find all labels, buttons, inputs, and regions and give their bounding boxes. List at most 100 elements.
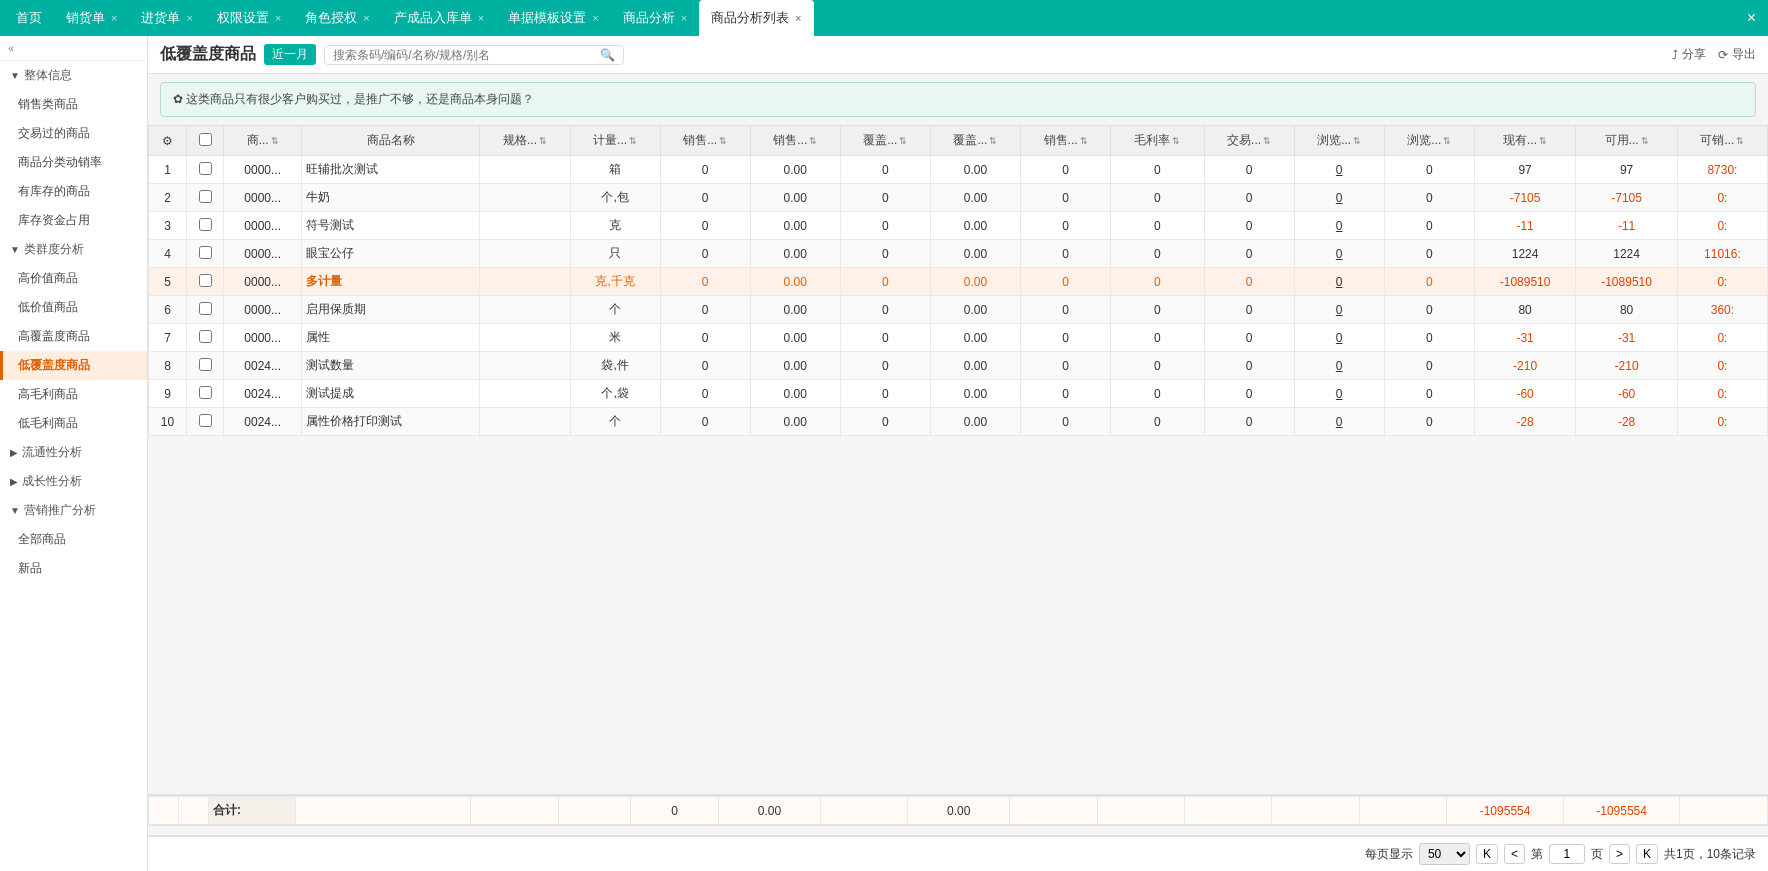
sidebar-item-sales-goods[interactable]: 销售类商品: [0, 90, 147, 119]
tab-product-entry[interactable]: 产成品入库单 ×: [382, 0, 496, 36]
close-tab-role-auth[interactable]: ×: [363, 12, 369, 24]
browse1-link[interactable]: 0: [1336, 387, 1343, 401]
page-number-input[interactable]: [1549, 844, 1585, 864]
close-tab-template-settings[interactable]: ×: [592, 12, 598, 24]
per-page-select[interactable]: 20 50 100 200: [1419, 843, 1470, 865]
browse1-link[interactable]: 0: [1336, 303, 1343, 317]
row-browse1[interactable]: 0: [1294, 324, 1384, 352]
settings-icon[interactable]: ⚙: [162, 134, 173, 148]
search-icon[interactable]: 🔍: [600, 48, 615, 62]
row-checkbox[interactable]: [186, 380, 223, 408]
row-browse1[interactable]: 0: [1294, 296, 1384, 324]
sidebar-item-in-stock-goods[interactable]: 有库存的商品: [0, 177, 147, 206]
browse1-link[interactable]: 0: [1336, 275, 1343, 289]
browse1-link[interactable]: 0: [1336, 247, 1343, 261]
sidebar-group-overall[interactable]: ▼ 整体信息: [0, 61, 147, 90]
row-checkbox[interactable]: [186, 268, 223, 296]
share-button[interactable]: ⤴ 分享: [1672, 46, 1706, 63]
close-tab-purchase-order[interactable]: ×: [186, 12, 192, 24]
sidebar-item-low-value[interactable]: 低价值商品: [0, 293, 147, 322]
row-browse1[interactable]: 0: [1294, 240, 1384, 268]
prev-page-btn[interactable]: <: [1504, 844, 1525, 864]
browse1-link[interactable]: 0: [1336, 331, 1343, 345]
col-available[interactable]: 可用...⇅: [1576, 126, 1677, 156]
sidebar-collapse-btn[interactable]: «: [8, 42, 14, 54]
row-checkbox[interactable]: [186, 352, 223, 380]
browse1-link[interactable]: 0: [1336, 359, 1343, 373]
col-sales-amt[interactable]: 销售...⇅: [750, 126, 840, 156]
row-browse1[interactable]: 0: [1294, 268, 1384, 296]
col-sales-qty[interactable]: 销售...⇅: [660, 126, 750, 156]
close-tab-product-entry[interactable]: ×: [478, 12, 484, 24]
tab-goods-analysis[interactable]: 商品分析 ×: [611, 0, 699, 36]
tab-purchase-order[interactable]: 进货单 ×: [129, 0, 204, 36]
sidebar-item-high-value[interactable]: 高价值商品: [0, 264, 147, 293]
next-page-btn[interactable]: >: [1609, 844, 1630, 864]
sidebar-item-high-coverage[interactable]: 高覆盖度商品: [0, 322, 147, 351]
col-sales3[interactable]: 销售...⇅: [1021, 126, 1111, 156]
col-browse1[interactable]: 浏览...⇅: [1294, 126, 1384, 156]
sidebar-group-cluster[interactable]: ▼ 类群度分析: [0, 235, 147, 264]
col-browse2[interactable]: 浏览...⇅: [1384, 126, 1474, 156]
close-tab-goods-analysis-list[interactable]: ×: [795, 12, 801, 24]
sidebar-item-low-coverage[interactable]: 低覆盖度商品: [0, 351, 147, 380]
col-saleable[interactable]: 可销...⇅: [1677, 126, 1767, 156]
sidebar-item-new-goods[interactable]: 新品: [0, 554, 147, 583]
select-all-checkbox[interactable]: [199, 133, 212, 146]
col-coverage1[interactable]: 覆盖...⇅: [840, 126, 930, 156]
sidebar-item-stock-fund[interactable]: 库存资金占用: [0, 206, 147, 235]
col-spec[interactable]: 规格...⇅: [480, 126, 570, 156]
tab-goods-analysis-list[interactable]: 商品分析列表 ×: [699, 0, 813, 36]
sidebar-item-traded-goods[interactable]: 交易过的商品: [0, 119, 147, 148]
col-settings[interactable]: ⚙: [149, 126, 187, 156]
row-checkbox[interactable]: [186, 296, 223, 324]
row-checkbox[interactable]: [186, 184, 223, 212]
export-button[interactable]: ⟳ 导出: [1718, 46, 1756, 63]
tab-sales-order[interactable]: 销货单 ×: [54, 0, 129, 36]
browse1-link[interactable]: 0: [1336, 415, 1343, 429]
sidebar-group-marketing[interactable]: ▼ 营销推广分析: [0, 496, 147, 525]
first-page-btn[interactable]: K: [1476, 844, 1498, 864]
table-container[interactable]: ⚙ 商...⇅ 商品名称 规格...⇅ 计量...⇅ 销售...⇅ 销售...⇅…: [148, 125, 1768, 794]
close-tab-permission[interactable]: ×: [275, 12, 281, 24]
browse1-link[interactable]: 0: [1336, 163, 1343, 177]
row-checkbox[interactable]: [186, 324, 223, 352]
col-coverage2[interactable]: 覆盖...⇅: [930, 126, 1020, 156]
col-gross-margin[interactable]: 毛利率⇅: [1111, 126, 1204, 156]
row-browse1[interactable]: 0: [1294, 380, 1384, 408]
h-scrollbar[interactable]: [148, 826, 1768, 836]
col-code[interactable]: 商...⇅: [224, 126, 302, 156]
col-checkbox[interactable]: [186, 126, 223, 156]
tab-home[interactable]: 首页: [4, 0, 54, 36]
period-button[interactable]: 近一月: [264, 44, 316, 65]
browse1-link[interactable]: 0: [1336, 219, 1343, 233]
col-current[interactable]: 现有...⇅: [1474, 126, 1575, 156]
row-checkbox[interactable]: [186, 240, 223, 268]
sidebar-item-high-margin[interactable]: 高毛利商品: [0, 380, 147, 409]
last-page-btn[interactable]: K: [1636, 844, 1658, 864]
row-browse1[interactable]: 0: [1294, 352, 1384, 380]
row-browse1[interactable]: 0: [1294, 156, 1384, 184]
row-browse1[interactable]: 0: [1294, 184, 1384, 212]
row-browse1[interactable]: 0: [1294, 408, 1384, 436]
tab-permission[interactable]: 权限设置 ×: [205, 0, 293, 36]
tab-template-settings[interactable]: 单据模板设置 ×: [496, 0, 610, 36]
search-input[interactable]: [333, 48, 596, 62]
browse1-link[interactable]: 0: [1336, 191, 1343, 205]
tab-role-auth[interactable]: 角色授权 ×: [293, 0, 381, 36]
row-checkbox[interactable]: [186, 156, 223, 184]
window-close-button[interactable]: ×: [1739, 9, 1764, 27]
row-browse1[interactable]: 0: [1294, 212, 1384, 240]
search-box[interactable]: 🔍: [324, 45, 624, 65]
sidebar-item-low-margin[interactable]: 低毛利商品: [0, 409, 147, 438]
col-trans[interactable]: 交易...⇅: [1204, 126, 1294, 156]
col-name[interactable]: 商品名称: [302, 126, 480, 156]
row-checkbox[interactable]: [186, 408, 223, 436]
close-tab-goods-analysis[interactable]: ×: [681, 12, 687, 24]
sidebar-item-all-goods[interactable]: 全部商品: [0, 525, 147, 554]
sidebar-item-category-activity[interactable]: 商品分类动销率: [0, 148, 147, 177]
row-checkbox[interactable]: [186, 212, 223, 240]
sidebar-group-growth[interactable]: ▶ 成长性分析: [0, 467, 147, 496]
sidebar-group-liquidity[interactable]: ▶ 流通性分析: [0, 438, 147, 467]
col-unit[interactable]: 计量...⇅: [570, 126, 660, 156]
